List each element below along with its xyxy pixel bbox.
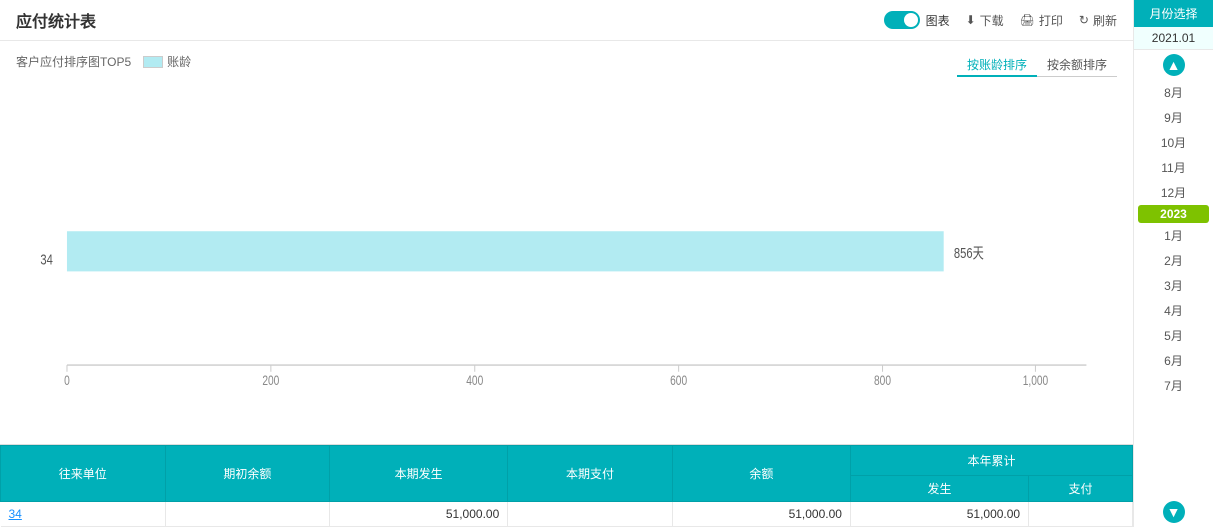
download-icon: ⬇ [966,13,976,27]
col-opening: 期初余额 [165,446,330,502]
table-header-row1: 往来单位 期初余额 本期发生 本期支付 余额 本年累计 [1,446,1133,476]
svg-text:400: 400 [466,373,483,389]
header-actions: 图表 ⬇ 下载 🖨 打印 ↻ 刷新 [884,11,1117,29]
cell-unit[interactable]: 34 [1,502,166,527]
legend-title: 客户应付排序图TOP5 [16,53,131,70]
month-item-11[interactable]: 11月 [1134,155,1213,180]
chart-legend: 客户应付排序图TOP5 账龄 [16,53,191,70]
month-item-1[interactable]: 1月 [1134,223,1213,248]
sidebar-header: 月份选择 [1134,0,1213,27]
month-item-2[interactable]: 2月 [1134,248,1213,273]
header: 应付统计表 图表 ⬇ 下载 🖨 打印 ↻ 刷新 [0,0,1133,41]
month-item-12[interactable]: 12月 [1134,180,1213,205]
chart-toggle[interactable] [884,11,920,29]
legend-label: 账龄 [167,53,191,70]
col-ytd: 本年累计 [850,446,1132,476]
svg-text:800: 800 [874,373,891,389]
chart-area: 客户应付排序图TOP5 账龄 按账龄排序 按余额排序 34 856天 [0,41,1133,444]
col-ytd-pay: 支付 [1029,476,1133,502]
month-list: 8月 9月 10月 11月 12月 2023 1月 2月 3月 4月 5月 6月… [1134,80,1213,497]
month-item-5[interactable]: 5月 [1134,323,1213,348]
refresh-button[interactable]: ↻ 刷新 [1079,12,1117,29]
col-ytd-occur: 发生 [850,476,1028,502]
col-unit: 往来单位 [1,446,166,502]
svg-text:1,000: 1,000 [1023,373,1049,389]
y-axis-label: 34 [40,251,52,268]
sort-by-balance-button[interactable]: 按余额排序 [1037,54,1117,77]
cell-ytd-occur: 51,000.00 [850,502,1028,527]
cell-opening [165,502,330,527]
bar-value-label: 856天 [954,244,984,261]
year-input[interactable] [1134,27,1213,50]
col-current: 本期发生 [330,446,508,502]
cell-balance: 51,000.00 [672,502,850,527]
year-badge-2023[interactable]: 2023 [1138,205,1209,223]
table-row: 34 51,000.00 51,000.00 51,000.00 [1,502,1133,527]
sidebar-nav-up: ▲ [1134,50,1213,80]
legend-box [143,56,163,68]
nav-up-button[interactable]: ▲ [1163,54,1185,76]
chart-toggle-label: 图表 [926,12,950,29]
cell-ytd-pay [1029,502,1133,527]
sidebar: 月份选择 ▲ 8月 9月 10月 11月 12月 2023 1月 2月 3月 4… [1133,0,1213,527]
legend-item: 账龄 [143,53,191,70]
table-body: 34 51,000.00 51,000.00 51,000.00 [1,502,1133,527]
month-item-8[interactable]: 8月 [1134,80,1213,105]
print-button[interactable]: 🖨 打印 [1020,12,1063,29]
chart-container: 34 856天 0 200 400 600 800 1,000 [16,84,1117,432]
svg-text:200: 200 [262,373,279,389]
month-item-6[interactable]: 6月 [1134,348,1213,373]
chart-toggle-container: 图表 [884,11,950,29]
month-item-3[interactable]: 3月 [1134,273,1213,298]
month-item-10[interactable]: 10月 [1134,130,1213,155]
download-button[interactable]: ⬇ 下载 [966,12,1004,29]
sort-buttons: 按账龄排序 按余额排序 [957,54,1117,77]
month-item-4[interactable]: 4月 [1134,298,1213,323]
month-item-7[interactable]: 7月 [1134,373,1213,398]
sort-by-age-button[interactable]: 按账龄排序 [957,54,1037,77]
cell-payment [508,502,673,527]
svg-text:0: 0 [64,373,70,389]
col-payment: 本期支付 [508,446,673,502]
page-title: 应付统计表 [16,8,96,32]
svg-text:600: 600 [670,373,687,389]
col-balance: 余额 [672,446,850,502]
sidebar-nav-down: ▼ [1134,497,1213,527]
chart-svg: 34 856天 0 200 400 600 800 1,000 [16,84,1117,432]
data-table: 往来单位 期初余额 本期发生 本期支付 余额 本年累计 发生 支付 34 51,… [0,445,1133,527]
month-item-9[interactable]: 9月 [1134,105,1213,130]
chart-bar [67,231,944,271]
table-area: 往来单位 期初余额 本期发生 本期支付 余额 本年累计 发生 支付 34 51,… [0,444,1133,527]
cell-current: 51,000.00 [330,502,508,527]
print-icon: 🖨 [1020,13,1035,27]
refresh-icon: ↻ [1079,13,1089,27]
nav-down-button[interactable]: ▼ [1163,501,1185,523]
main-content: 应付统计表 图表 ⬇ 下载 🖨 打印 ↻ 刷新 客户应付排序图TOP5 [0,0,1133,527]
